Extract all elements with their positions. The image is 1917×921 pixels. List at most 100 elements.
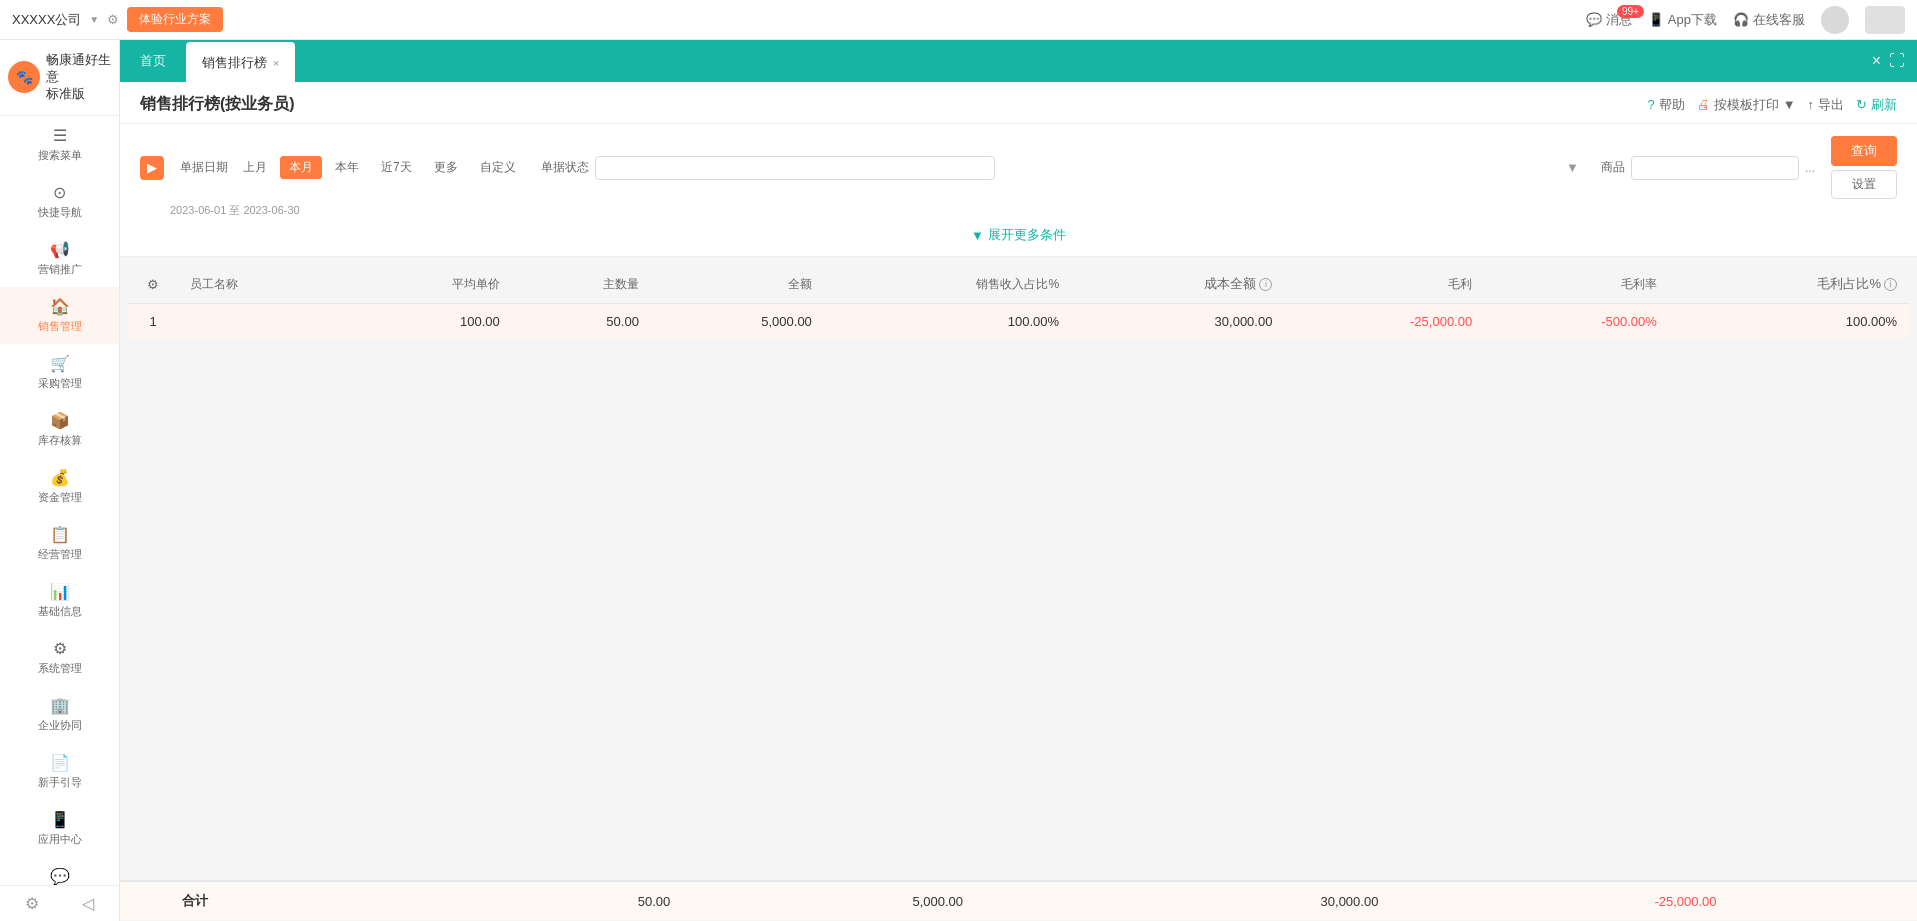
status-select-wrapper: ▼ <box>595 156 1585 180</box>
trial-button[interactable]: 体验行业方案 <box>127 7 223 32</box>
date-tabs: 上月 本月 本年 近7天 更多 自定义 <box>234 156 525 179</box>
help-icon: ? <box>1647 97 1654 112</box>
filter-buttons: 查询 设置 <box>1831 136 1897 199</box>
sidebar-item-enterprise[interactable]: 🏢 企业协同 <box>0 686 119 743</box>
help-button[interactable]: ? 帮助 <box>1647 96 1684 114</box>
footer-amount: 5,000.00 <box>682 882 975 921</box>
status-select-arrow-icon: ▼ <box>1566 160 1579 175</box>
cell-sales-pct: 100.00% <box>824 304 1071 340</box>
table-settings-icon[interactable]: ⚙ <box>147 277 159 292</box>
th-amount: 全额 <box>651 265 824 304</box>
export-button[interactable]: ↑ 导出 <box>1808 96 1845 114</box>
enterprise-icon: 🏢 <box>50 696 70 715</box>
gross-pct-info-icon[interactable]: i <box>1884 278 1897 291</box>
basic-icon: 📊 <box>50 582 70 601</box>
date-tab-year[interactable]: 本年 <box>326 156 368 179</box>
app-download[interactable]: 📱 App下载 <box>1648 11 1717 29</box>
sidebar-collapse-icon[interactable]: ◁ <box>82 894 94 913</box>
expand-btn[interactable]: ▼ 展开更多条件 <box>971 226 1066 244</box>
filter-area: ▶ 单据日期 上月 本月 本年 近7天 更多 自定义 <box>120 124 1917 257</box>
date-tab-more[interactable]: 更多 <box>425 156 467 179</box>
top-bar: XXXXX公司 ▼ ⚙ 体验行业方案 💬 消息 99+ 📱 App下载 🎧 在线… <box>0 0 1917 40</box>
th-gross: 毛利 <box>1284 265 1484 304</box>
table-body: 1 100.00 50.00 5,000.00 100.00% 30,000.0… <box>128 304 1909 340</box>
tab-close-icon[interactable]: × <box>273 57 279 69</box>
page-header: 销售排行榜(按业务员) ? 帮助 🖨 按模板打印 ▼ ↑ 导出 <box>120 82 1917 124</box>
goods-input[interactable] <box>1631 156 1799 180</box>
message-area[interactable]: 💬 消息 99+ <box>1586 11 1632 29</box>
sidebar-item-operation[interactable]: 📋 经营管理 <box>0 515 119 572</box>
sidebar-label-shortcut: 快捷导航 <box>38 205 82 220</box>
sidebar-item-system[interactable]: ⚙ 系统管理 <box>0 629 119 686</box>
date-tab-week[interactable]: 近7天 <box>372 156 421 179</box>
expand-arrow-btn[interactable]: ▶ <box>140 156 164 180</box>
footer-gross: -25,000.00 <box>1390 882 1728 921</box>
date-range-display: 2023-06-01 至 2023-06-30 <box>170 203 1897 218</box>
footer-rank <box>120 882 170 921</box>
sidebar-label-operation: 经营管理 <box>38 547 82 562</box>
th-settings[interactable]: ⚙ <box>128 265 178 304</box>
print-dropdown-icon[interactable]: ▼ <box>1783 97 1796 112</box>
sidebar-item-finance[interactable]: 💰 资金管理 <box>0 458 119 515</box>
table-footer: 合计 50.00 5,000.00 30,000.00 -25,000.00 <box>120 880 1917 921</box>
filter-expand-arrow[interactable]: ▶ <box>140 156 164 180</box>
th-avg-price: 平均单价 <box>345 265 512 304</box>
sidebar-label-inventory: 库存核算 <box>38 433 82 448</box>
company-dropdown-icon[interactable]: ▼ <box>89 14 99 25</box>
page-content: 销售排行榜(按业务员) ? 帮助 🖨 按模板打印 ▼ ↑ 导出 <box>120 82 1917 880</box>
tab-bar: 首页 销售排行榜 × × ⛶ <box>120 40 1917 82</box>
sidebar-item-wechat[interactable]: 💬 企业微信 <box>0 857 119 885</box>
tab-fullscreen-icon[interactable]: ⛶ <box>1889 52 1905 70</box>
filter-status: 单据状态 ▼ <box>541 156 1585 180</box>
sidebar-item-guide[interactable]: 📄 新手引导 <box>0 743 119 800</box>
date-tab-current[interactable]: 本月 <box>280 156 322 179</box>
date-tab-custom[interactable]: 自定义 <box>471 156 525 179</box>
tab-home[interactable]: 首页 <box>120 40 186 82</box>
date-tab-last[interactable]: 上月 <box>234 156 276 179</box>
table-row: 1 100.00 50.00 5,000.00 100.00% 30,000.0… <box>128 304 1909 340</box>
sidebar-item-purchase[interactable]: 🛒 采购管理 <box>0 344 119 401</box>
avatar[interactable] <box>1821 6 1849 34</box>
footer-cost: 30,000.00 <box>1069 882 1390 921</box>
print-button[interactable]: 🖨 按模板打印 ▼ <box>1697 96 1796 114</box>
online-service[interactable]: 🎧 在线客服 <box>1733 11 1805 29</box>
status-select[interactable] <box>595 156 995 180</box>
sidebar-label-system: 系统管理 <box>38 661 82 676</box>
guide-icon: 📄 <box>50 753 70 772</box>
refresh-button[interactable]: ↻ 刷新 <box>1856 96 1897 114</box>
table-header-row: ⚙ 员工名称 平均单价 主数量 全额 销售收入占比% 成本全额 i <box>128 265 1909 304</box>
sidebar-item-shortcut[interactable]: ⊙ 快捷导航 <box>0 173 119 230</box>
logo-icon: 🐾 <box>8 61 40 93</box>
sidebar-item-basic[interactable]: 📊 基础信息 <box>0 572 119 629</box>
sidebar-settings-icon[interactable]: ⚙ <box>25 894 39 913</box>
sidebar: 🐾 畅康通好生意 标准版 ☰ 搜索菜单 ⊙ 快捷导航 📢 营销推广 🏠 销售管理 <box>0 40 120 921</box>
cost-info-icon[interactable]: i <box>1259 278 1272 291</box>
sidebar-item-appstore[interactable]: 📱 应用中心 <box>0 800 119 857</box>
th-gross-pct: 毛利占比% i <box>1669 265 1909 304</box>
query-button[interactable]: 查询 <box>1831 136 1897 166</box>
filter-settings-button[interactable]: 设置 <box>1831 170 1897 199</box>
settings-icon[interactable]: ⚙ <box>107 12 119 27</box>
tab-close-window-icon[interactable]: × <box>1872 52 1881 70</box>
sidebar-item-sales[interactable]: 🏠 销售管理 <box>0 287 119 344</box>
user-name-placeholder <box>1865 6 1905 34</box>
sidebar-label-marketing: 营销推广 <box>38 262 82 277</box>
cell-gross: -25,000.00 <box>1284 304 1484 340</box>
more-dots-icon[interactable]: ... <box>1805 161 1815 175</box>
footer-gross-pct <box>1823 882 1917 921</box>
sidebar-label-appstore: 应用中心 <box>38 832 82 847</box>
refresh-icon: ↻ <box>1856 97 1867 112</box>
date-filter-label: 单据日期 <box>180 159 228 176</box>
company-name: XXXXX公司 <box>12 11 81 29</box>
message-badge: 99+ <box>1617 5 1644 18</box>
cell-name <box>178 304 345 340</box>
sidebar-item-search[interactable]: ☰ 搜索菜单 <box>0 116 119 173</box>
tab-sales-rank[interactable]: 销售排行榜 × <box>186 42 295 84</box>
cell-main-qty: 50.00 <box>512 304 651 340</box>
top-bar-right: 💬 消息 99+ 📱 App下载 🎧 在线客服 <box>1586 6 1905 34</box>
th-sales-pct: 销售收入占比% <box>824 265 1071 304</box>
cell-amount: 5,000.00 <box>651 304 824 340</box>
sidebar-item-marketing[interactable]: 📢 营销推广 <box>0 230 119 287</box>
footer-gross-rate <box>1729 882 1823 921</box>
sidebar-item-inventory[interactable]: 📦 库存核算 <box>0 401 119 458</box>
